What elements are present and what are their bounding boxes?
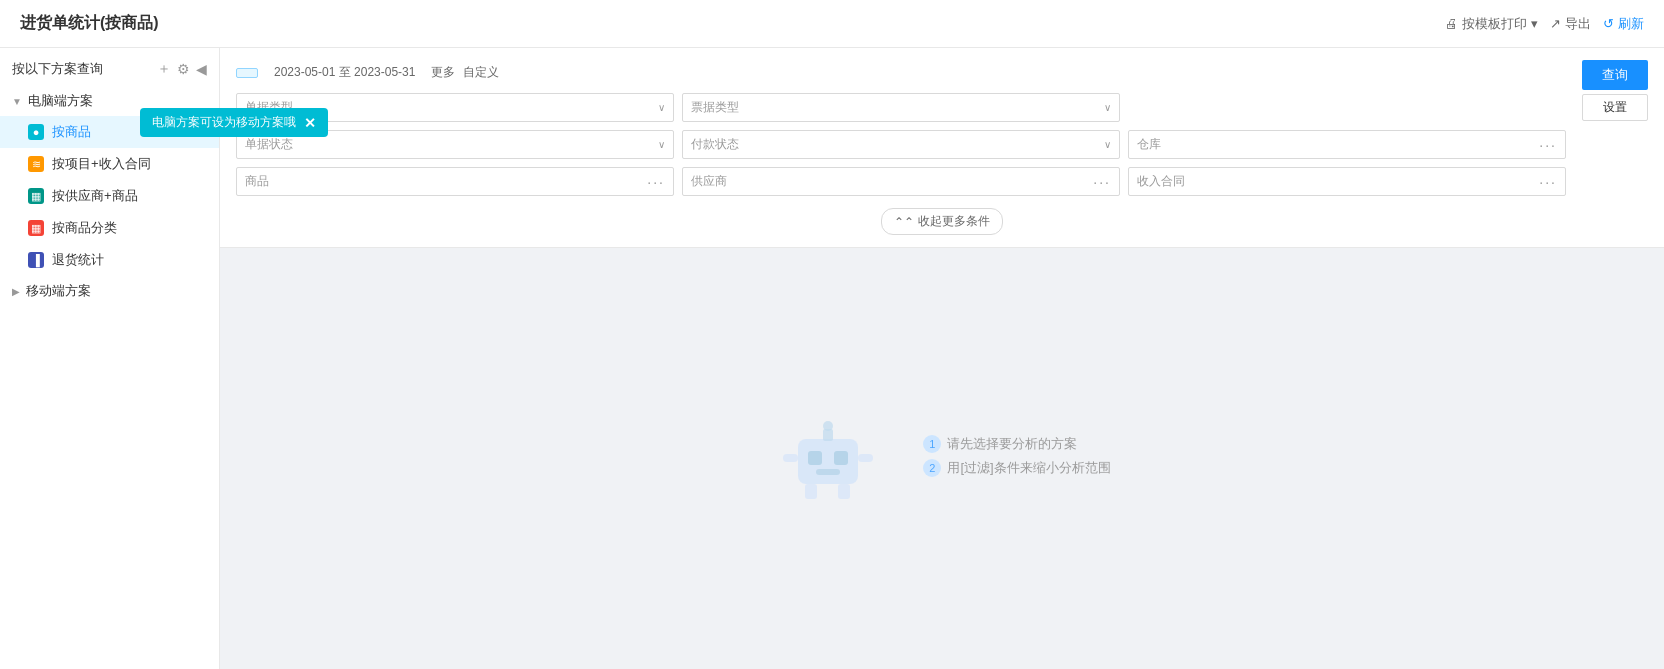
filter-tab-active[interactable]: [236, 68, 258, 78]
svg-point-9: [823, 421, 833, 431]
svg-rect-0: [798, 439, 858, 484]
page-header: 进货单统计(按商品) 🖨 按模板打印 ▾ ↗ 导出 ↺ 刷新: [0, 0, 1664, 48]
empty-steps: 1 请先选择要分析的方案 2 用[过滤]条件来缩小分析范围: [923, 435, 1110, 483]
svg-rect-8: [838, 484, 850, 499]
chevron-down-icon: ∨: [658, 139, 665, 150]
sidebar-header-icons: ＋ ⚙ ◀: [157, 60, 207, 78]
filter-item-bill-type[interactable]: 票据类型 ∨: [682, 93, 1120, 122]
export-button[interactable]: ↗ 导出: [1550, 15, 1591, 33]
dots-icon: ···: [647, 174, 665, 190]
sidebar-header: 按以下方案查询 ＋ ⚙ ◀: [0, 60, 219, 86]
filter-empty: [1128, 93, 1566, 122]
add-icon[interactable]: ＋: [157, 60, 171, 78]
svg-rect-5: [783, 454, 798, 462]
sidebar-item-label: 按项目+收入合同: [52, 155, 151, 173]
svg-rect-6: [858, 454, 873, 462]
chart-icon: ▐: [28, 252, 44, 268]
sidebar-header-label: 按以下方案查询: [12, 60, 103, 78]
collapse-icon: ⌃⌃: [894, 215, 914, 229]
page-title: 进货单统计(按商品): [20, 13, 159, 34]
svg-rect-3: [816, 469, 840, 475]
sidebar-item-label: 按商品分类: [52, 219, 117, 237]
dots-icon: ···: [1539, 174, 1557, 190]
filter-grid-row1: 单据类型 ∨ 票据类型 ∨: [236, 93, 1566, 122]
tooltip-popup: 电脑方案可设为移动方案哦 ✕: [140, 108, 328, 137]
dots-icon: ···: [1539, 137, 1557, 153]
sidebar-group-label: 移动端方案: [26, 282, 91, 300]
refresh-icon: ↺: [1603, 16, 1614, 31]
arrow-left-icon[interactable]: ◀: [196, 61, 207, 77]
chevron-down-icon: ∨: [658, 102, 665, 113]
empty-step-2: 2 用[过滤]条件来缩小分析范围: [923, 459, 1110, 477]
filter-grid-row3: 商品 ··· 供应商 ··· 收入合同 ···: [236, 167, 1566, 196]
group-expand-icon: ▼: [12, 96, 22, 107]
sidebar-item-label: 退货统计: [52, 251, 104, 269]
category-icon: ▦: [28, 220, 44, 236]
chevron-down-icon: ▾: [1531, 16, 1538, 31]
tooltip-text: 电脑方案可设为移动方案哦: [152, 114, 296, 131]
filter-item-contract[interactable]: 收入合同 ···: [1128, 167, 1566, 196]
settings-button[interactable]: 设置: [1582, 94, 1648, 121]
print-button[interactable]: 🖨 按模板打印 ▾: [1445, 15, 1538, 33]
dots-icon: ···: [1093, 174, 1111, 190]
empty-step-1: 1 请先选择要分析的方案: [923, 435, 1110, 453]
sidebar-item-by-project[interactable]: ≋ 按项目+收入合同: [0, 148, 219, 180]
settings-icon[interactable]: ⚙: [177, 61, 190, 77]
filter-custom-btn[interactable]: 自定义: [463, 64, 499, 81]
svg-rect-7: [805, 484, 817, 499]
sidebar-item-by-supplier-product[interactable]: ▦ 按供应商+商品: [0, 180, 219, 212]
svg-rect-1: [808, 451, 822, 465]
filter-item-supplier[interactable]: 供应商 ···: [682, 167, 1120, 196]
empty-robot-icon: [773, 409, 883, 509]
filter-collapse-row: ⌃⌃ 收起更多条件: [236, 208, 1648, 235]
filter-top-row: 2023-05-01 至 2023-05-31 更多 自定义: [236, 60, 1566, 85]
tooltip-close-button[interactable]: ✕: [304, 115, 316, 131]
filter-date-range: 2023-05-01 至 2023-05-31: [266, 60, 423, 85]
supplier-icon: ▦: [28, 188, 44, 204]
sidebar-item-by-category[interactable]: ▦ 按商品分类: [0, 212, 219, 244]
filter-item-payment-status[interactable]: 付款状态 ∨: [682, 130, 1120, 159]
filter-grid-row2: 单据状态 ∨ 付款状态 ∨ 仓库 ···: [236, 130, 1566, 159]
header-actions: 🖨 按模板打印 ▾ ↗ 导出 ↺ 刷新: [1445, 15, 1644, 33]
chevron-down-icon: ∨: [1104, 102, 1111, 113]
project-icon: ≋: [28, 156, 44, 172]
sidebar-group-label: 电脑端方案: [28, 92, 93, 110]
product-icon: ●: [28, 124, 44, 140]
sidebar: 按以下方案查询 ＋ ⚙ ◀ 电脑方案可设为移动方案哦 ✕ ▼ 电脑端方案: [0, 48, 220, 669]
print-icon: 🖨: [1445, 16, 1458, 31]
sidebar-item-label: 按商品: [52, 123, 91, 141]
svg-rect-2: [834, 451, 848, 465]
query-buttons: 查询 设置: [1574, 60, 1648, 121]
sidebar-group-mobile: ▶ 移动端方案: [0, 276, 219, 306]
filter-item-warehouse[interactable]: 仓库 ···: [1128, 130, 1566, 159]
export-icon: ↗: [1550, 16, 1561, 31]
filter-more-btn[interactable]: 更多: [431, 64, 455, 81]
group-expand-icon: ▶: [12, 286, 20, 297]
sidebar-item-return-stats[interactable]: ▐ 退货统计: [0, 244, 219, 276]
collapse-button[interactable]: ⌃⌃ 收起更多条件: [881, 208, 1003, 235]
query-button[interactable]: 查询: [1582, 60, 1648, 90]
empty-illustration: 1 请先选择要分析的方案 2 用[过滤]条件来缩小分析范围: [773, 409, 1110, 509]
sidebar-item-label: 按供应商+商品: [52, 187, 138, 205]
filter-bar: 2023-05-01 至 2023-05-31 更多 自定义 单据类型 ∨ 票: [220, 48, 1664, 248]
filter-item-product[interactable]: 商品 ···: [236, 167, 674, 196]
data-area: 1 请先选择要分析的方案 2 用[过滤]条件来缩小分析范围: [220, 248, 1664, 669]
content-area: 2023-05-01 至 2023-05-31 更多 自定义 单据类型 ∨ 票: [220, 48, 1664, 669]
chevron-down-icon: ∨: [1104, 139, 1111, 150]
sidebar-group-mobile-title[interactable]: ▶ 移动端方案: [0, 276, 219, 306]
refresh-button[interactable]: ↺ 刷新: [1603, 15, 1644, 33]
